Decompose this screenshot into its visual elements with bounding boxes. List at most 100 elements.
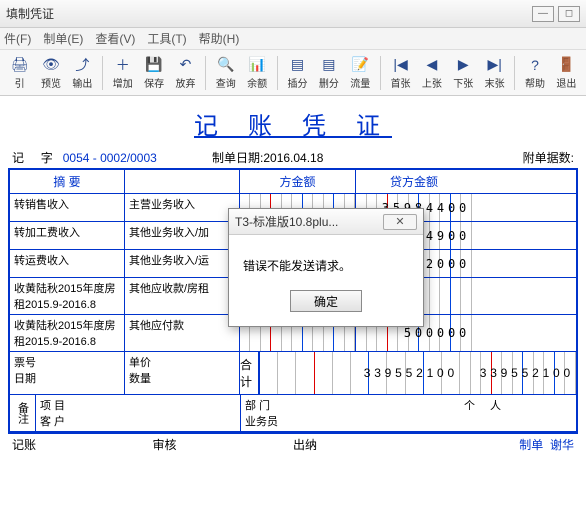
meta-row: 记 字 0054 - 0002/0003 制单日期:2016.04.18 附单据… [6,147,580,168]
tally-mid: 单价 数量 [125,352,240,394]
signature-row: 记账 审核 出纳 制单 谢华 [6,434,580,455]
toolbar-引[interactable]: 🖨引 [5,53,34,93]
tally-row: 票号 日期 单价 数量 合 计 339552100 339552100 [10,352,576,395]
customer-label: 客 户 [40,413,236,429]
person-label: 个 人 [464,397,572,413]
dept-label: 部 门 [245,397,456,413]
toolbar-label: 上张 [422,75,442,90]
menu-view[interactable]: 查看(V) [95,30,135,47]
dialog-title: T3-标准版10.8plu... [235,213,383,230]
toolbar-保存[interactable]: 💾保存 [139,53,168,93]
toolbar-icon: 🚪 [557,56,575,74]
menu-help[interactable]: 帮助(H) [199,30,240,47]
toolbar-上张[interactable]: ◀上张 [417,53,446,93]
zi-label: 字 [41,151,53,165]
toolbar-label: 帮助 [525,75,545,90]
attach-label: 附单据数: [523,149,574,166]
toolbar-查询[interactable]: 🔍查询 [211,53,240,93]
cell-subject[interactable]: 其他应收款/房租 [125,278,240,314]
foot-col3: 个 人 [460,395,576,431]
toolbar-label: 引 [15,75,25,90]
ticket-label: 票号 [14,354,120,370]
toolbar-icon: 🔍 [217,56,235,74]
toolbar-末张[interactable]: ▶|末张 [480,53,509,93]
sig-jz: 记账 [12,436,153,453]
dialog-ok-button[interactable]: 确定 [290,290,362,312]
menu-edit[interactable]: 制单(E) [43,30,83,47]
cell-subject[interactable]: 其他应付款 [125,315,240,351]
date-label2: 日期 [14,370,120,386]
date-value: 2016.04.18 [263,151,323,165]
menu-tools[interactable]: 工具(T) [147,30,186,47]
price-label: 单价 [129,354,235,370]
toolbar-label: 查询 [216,75,236,90]
header-credit: 贷方金额 [356,170,472,193]
salesman-label: 业务员 [245,413,456,429]
toolbar-增加[interactable]: ＋增加 [108,53,137,93]
toolbar-icon: 🖨 [11,56,29,74]
toolbar-首张[interactable]: |◀首张 [386,53,415,93]
cell-subject[interactable]: 主营业务收入 [125,194,240,221]
toolbar-label: 下张 [453,75,473,90]
credit-total: 339552100 [460,352,576,394]
sig-name: 谢华 [550,438,574,452]
toolbar-icon: ↶ [176,56,194,74]
toolbar-流量[interactable]: 📝流量 [346,53,375,93]
toolbar-输出[interactable]: ⤴输出 [68,53,97,93]
tally-left: 票号 日期 [10,352,125,394]
toolbar-icon: |◀ [392,56,410,74]
toolbar-label: 末张 [485,75,505,90]
toolbar-删分[interactable]: ▤删分 [314,53,343,93]
project-label: 项 目 [40,397,236,413]
toolbar-帮助[interactable]: ?帮助 [520,53,549,93]
beizhu-label: 备注 [10,395,36,431]
cell-subject[interactable]: 其他业务收入/运 [125,250,240,277]
dialog-close-button[interactable]: ✕ [383,214,417,230]
ji-label: 记 [12,151,24,165]
cell-summary[interactable]: 转加工费收入 [10,222,125,249]
cell-subject[interactable]: 其他业务收入/加 [125,222,240,249]
toolbar-icon: ▶| [486,56,504,74]
toolbar-预览[interactable]: 👁预览 [36,53,65,93]
toolbar-icon: ⤴ [73,56,91,74]
error-dialog: T3-标准版10.8plu... ✕ 错误不能发送请求。 确定 [228,208,424,327]
toolbar-label: 删分 [319,75,339,90]
toolbar-label: 预览 [41,75,61,90]
toolbar-icon: 👁 [42,56,60,74]
toolbar-插分[interactable]: ▤插分 [283,53,312,93]
toolbar-icon: ▤ [289,56,307,74]
toolbar-icon: ▤ [320,56,338,74]
cell-summary[interactable]: 收黄陆秋2015年度房租2015.9-2016.8 [10,278,125,314]
foot-col1: 项 目 客 户 [36,395,240,431]
toolbar-退出[interactable]: 🚪退出 [552,53,581,93]
toolbar-下张[interactable]: ▶下张 [449,53,478,93]
sig-zd: 制单 [519,438,543,452]
window-titlebar: 填制凭证 — ◻ [0,0,586,28]
cell-summary[interactable]: 转运费收入 [10,250,125,277]
toolbar-icon: ＋ [114,56,132,74]
cell-summary[interactable]: 转销售收入 [10,194,125,221]
cell-summary[interactable]: 收黄陆秋2015年度房租2015.9-2016.8 [10,315,125,351]
toolbar-icon: ? [526,56,544,74]
toolbar-label: 输出 [72,75,92,90]
menu-file[interactable]: 件(F) [4,30,31,47]
header-summary: 摘 要 [10,170,125,193]
voucher-title: 记 账 凭 证 [6,106,580,141]
date-label: 制单日期: [212,151,263,165]
maximize-button[interactable]: ◻ [558,6,580,22]
seq-value: 0054 - 0002/0003 [63,151,157,165]
toolbar-icon: 📊 [248,56,266,74]
toolbar-icon: 📝 [351,56,369,74]
toolbar: 🖨引👁预览⤴输出＋增加💾保存↶放弃🔍查询📊余额▤插分▤删分📝流量|◀首张◀上张▶… [0,50,586,96]
toolbar-余额[interactable]: 📊余额 [242,53,271,93]
foot-row: 备注 项 目 客 户 部 门 业务员 个 人 [10,395,576,432]
qty-label: 数量 [129,370,235,386]
toolbar-label: 退出 [556,75,576,90]
minimize-button[interactable]: — [532,6,554,22]
toolbar-label: 流量 [350,75,370,90]
toolbar-label: 首张 [391,75,411,90]
header-debit: 方金额 [240,170,356,193]
header-subject [125,170,240,193]
toolbar-放弃[interactable]: ↶放弃 [171,53,200,93]
debit-total: 339552100 [259,352,460,394]
